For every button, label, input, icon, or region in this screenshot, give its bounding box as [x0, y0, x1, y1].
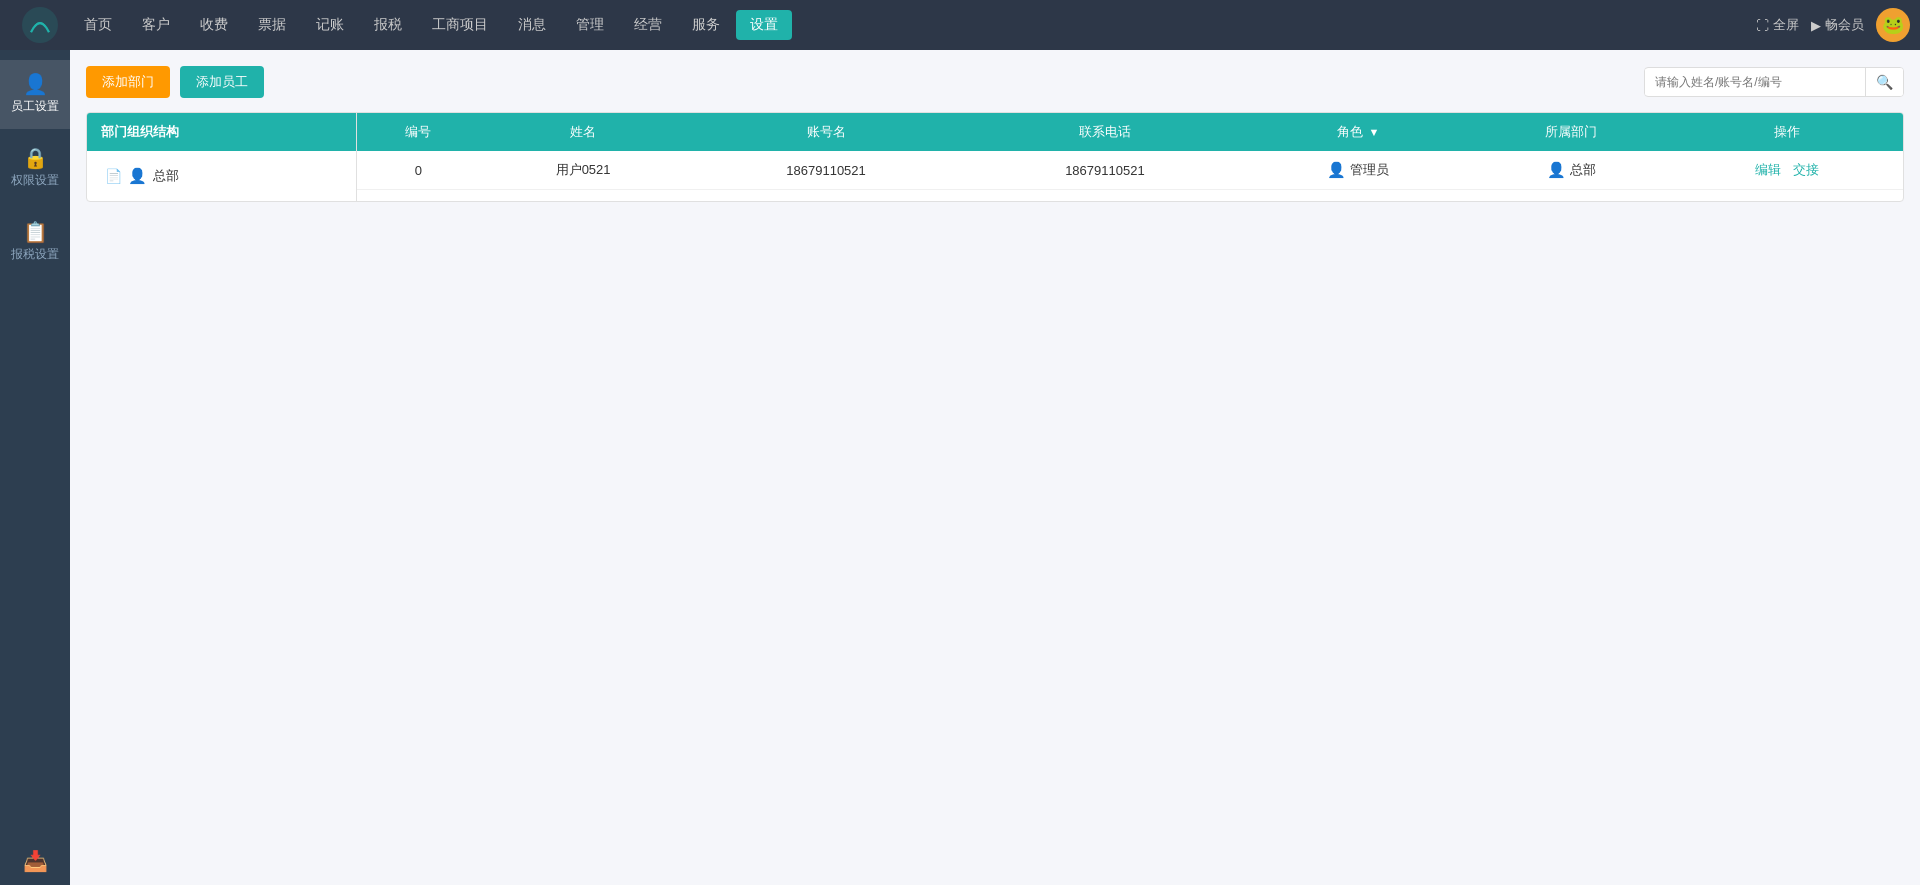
col-header-account: 账号名 [687, 113, 966, 151]
sidebar-bottom-btn[interactable]: 📥 [0, 837, 70, 885]
play-icon: ▶ [1811, 18, 1821, 33]
dept-tree-item-root[interactable]: 📄 👤 总部 [97, 161, 346, 191]
add-emp-button[interactable]: 添加员工 [180, 66, 264, 98]
nav-item-accounting[interactable]: 记账 [302, 10, 358, 40]
nav-item-bill[interactable]: 票据 [244, 10, 300, 40]
sidebar-item-permission[interactable]: 🔒 权限设置 [0, 134, 70, 203]
search-input[interactable] [1645, 69, 1865, 95]
role-filter-icon: ▼ [1369, 126, 1380, 138]
table-row: 0 用户0521 18679110521 18679110521 👤 管理员 [357, 151, 1903, 190]
toolbar: 添加部门 添加员工 🔍 [86, 66, 1904, 98]
cell-account: 18679110521 [687, 151, 966, 190]
sidebar-item-employee[interactable]: 👤 员工设置 [0, 60, 70, 129]
dept-tree: 部门组织结构 📄 👤 总部 [87, 113, 357, 201]
nav-item-service[interactable]: 服务 [678, 10, 734, 40]
lock-icon: 🔒 [23, 148, 48, 168]
employee-table-wrap: 编号 姓名 账号名 联系电话 角色 ▼ 所属部门 操作 [357, 113, 1903, 201]
cell-action: 编辑 交接 [1671, 151, 1903, 190]
employee-icon: 👤 [23, 74, 48, 94]
sidebar-item-permission-label: 权限设置 [11, 172, 59, 189]
handover-link[interactable]: 交接 [1793, 162, 1819, 177]
nav-right: ⛶ 全屏 ▶ 畅会员 🐸 [1756, 8, 1910, 42]
member-btn[interactable]: ▶ 畅会员 [1811, 16, 1864, 34]
cell-role: 👤 管理员 [1244, 151, 1472, 190]
search-button[interactable]: 🔍 [1865, 68, 1903, 96]
main-panel: 部门组织结构 📄 👤 总部 编号 姓名 账号名 [86, 112, 1904, 202]
cell-name: 用户0521 [480, 151, 687, 190]
col-header-action: 操作 [1671, 113, 1903, 151]
col-header-id: 编号 [357, 113, 480, 151]
cell-id: 0 [357, 151, 480, 190]
fullscreen-btn[interactable]: ⛶ 全屏 [1756, 16, 1799, 34]
nav-item-manage[interactable]: 管理 [562, 10, 618, 40]
taxsettings-icon: 📋 [23, 222, 48, 242]
col-header-name: 姓名 [480, 113, 687, 151]
dept-tree-body: 📄 👤 总部 [87, 151, 356, 201]
search-box: 🔍 [1644, 67, 1904, 97]
nav-item-settings[interactable]: 设置 [736, 10, 792, 40]
sidebar-item-employee-label: 员工设置 [11, 98, 59, 115]
nav-item-client[interactable]: 客户 [128, 10, 184, 40]
cell-dept: 👤 总部 [1472, 151, 1671, 190]
role-value: 管理员 [1350, 161, 1389, 179]
download-icon: 📥 [23, 851, 48, 871]
nav-item-home[interactable]: 首页 [70, 10, 126, 40]
dept-tree-item-label: 总部 [153, 167, 179, 185]
nav-item-operation[interactable]: 经营 [620, 10, 676, 40]
fullscreen-label: 全屏 [1773, 16, 1799, 34]
main-layout: 👤 员工设置 🔒 权限设置 📋 报税设置 📥 添加部门 添加员工 🔍 [0, 50, 1920, 885]
role-person-icon: 👤 [1327, 161, 1346, 179]
nav-item-tax[interactable]: 报税 [360, 10, 416, 40]
dept-tree-header: 部门组织结构 [87, 113, 356, 151]
table-header-row: 编号 姓名 账号名 联系电话 角色 ▼ 所属部门 操作 [357, 113, 1903, 151]
dept-person-icon: 👤 [128, 167, 147, 185]
svg-point-0 [22, 7, 58, 43]
cell-phone: 18679110521 [965, 151, 1244, 190]
fullscreen-icon: ⛶ [1756, 18, 1769, 33]
dept-value: 总部 [1570, 161, 1596, 179]
logo[interactable] [10, 7, 70, 43]
member-label: 畅会员 [1825, 16, 1864, 34]
col-header-phone: 联系电话 [965, 113, 1244, 151]
top-navigation: 首页 客户 收费 票据 记账 报税 工商项目 消息 管理 经营 服务 设置 ⛶ … [0, 0, 1920, 50]
nav-item-fee[interactable]: 收费 [186, 10, 242, 40]
sidebar-bottom: 📥 [0, 837, 70, 885]
sidebar: 👤 员工设置 🔒 权限设置 📋 报税设置 📥 [0, 50, 70, 885]
sidebar-item-taxsettings[interactable]: 📋 报税设置 [0, 208, 70, 277]
col-header-dept: 所属部门 [1472, 113, 1671, 151]
dept-person-icon: 👤 [1547, 161, 1566, 179]
add-dept-button[interactable]: 添加部门 [86, 66, 170, 98]
sidebar-item-taxsettings-label: 报税设置 [11, 246, 59, 263]
nav-item-bizproject[interactable]: 工商项目 [418, 10, 502, 40]
col-header-role[interactable]: 角色 ▼ [1244, 113, 1472, 151]
file-icon: 📄 [105, 168, 122, 184]
edit-link[interactable]: 编辑 [1755, 162, 1781, 177]
content-area: 添加部门 添加员工 🔍 部门组织结构 📄 👤 总部 [70, 50, 1920, 885]
nav-menu: 首页 客户 收费 票据 记账 报税 工商项目 消息 管理 经营 服务 设置 [70, 10, 1756, 40]
avatar[interactable]: 🐸 [1876, 8, 1910, 42]
nav-item-message[interactable]: 消息 [504, 10, 560, 40]
employee-table: 编号 姓名 账号名 联系电话 角色 ▼ 所属部门 操作 [357, 113, 1903, 190]
